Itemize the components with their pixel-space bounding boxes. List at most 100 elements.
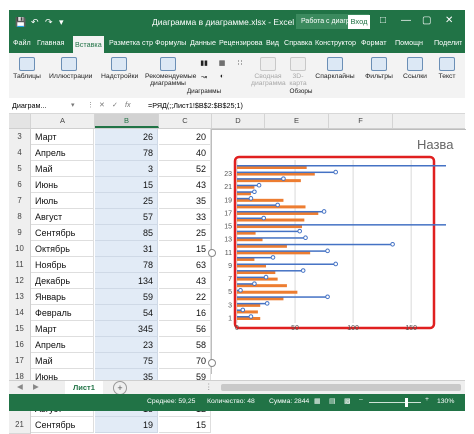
- series-blue-point[interactable]: [321, 209, 327, 214]
- row-header[interactable]: 21: [9, 417, 31, 434]
- cell-value-c[interactable]: 43: [159, 273, 211, 289]
- cell-value-c[interactable]: 56: [159, 321, 211, 337]
- cell-month[interactable]: Сентябрь: [31, 417, 94, 433]
- row-header[interactable]: 7: [9, 193, 31, 210]
- cell-month[interactable]: Сентябрь: [31, 225, 94, 241]
- name-box[interactable]: Диаграм...: [12, 101, 68, 110]
- cell-month[interactable]: Апрель: [31, 337, 94, 353]
- row-header[interactable]: 8: [9, 209, 31, 226]
- series-blue-bar[interactable]: [237, 270, 304, 272]
- series-blue-bar[interactable]: [237, 230, 300, 233]
- cell-value-c[interactable]: 15: [159, 417, 211, 433]
- cell-value-b[interactable]: 75: [95, 353, 158, 369]
- column-header-g[interactable]: [393, 114, 465, 128]
- series-blue-bar[interactable]: [237, 217, 264, 220]
- cell-value-b[interactable]: 78: [95, 145, 158, 161]
- tab-help[interactable]: Справка: [284, 38, 312, 47]
- cell-value-b[interactable]: 23: [95, 337, 158, 353]
- bar-chart-icon[interactable]: ▮▮: [197, 59, 211, 67]
- tab-review[interactable]: Рецензирова: [219, 38, 263, 47]
- row-header[interactable]: 5: [9, 161, 31, 178]
- series-blue-point[interactable]: [263, 274, 269, 280]
- cell-month[interactable]: Апрель: [31, 145, 94, 161]
- series-blue-bar[interactable]: [237, 243, 393, 246]
- map-3d-button[interactable]: 3D-карта: [287, 57, 309, 87]
- cell-month[interactable]: Март: [31, 129, 94, 145]
- series-blue-bar[interactable]: [237, 204, 278, 206]
- series-blue-bar[interactable]: [237, 283, 255, 285]
- tables-button[interactable]: Таблицы: [13, 57, 41, 80]
- cell-value-c[interactable]: 33: [159, 209, 211, 225]
- series-blue-point[interactable]: [248, 196, 254, 201]
- normal-view-icon[interactable]: ▦: [314, 397, 320, 405]
- tab-view[interactable]: Вид: [266, 38, 279, 47]
- tab-home[interactable]: Главная: [37, 38, 64, 47]
- tab-share[interactable]: Поделиться: [434, 38, 462, 47]
- cell-month[interactable]: Ноябрь: [31, 257, 94, 273]
- name-box-dropdown-icon[interactable]: ▾: [71, 100, 75, 109]
- scroll-right-icon[interactable]: ▶: [33, 382, 39, 391]
- row-header[interactable]: 9: [9, 225, 31, 242]
- column-header-a[interactable]: A: [31, 114, 95, 128]
- tab-formulas[interactable]: Формулы: [155, 38, 186, 47]
- zoom-out-icon[interactable]: –: [359, 396, 363, 403]
- minimize-icon[interactable]: —: [401, 15, 411, 26]
- series-blue-point[interactable]: [333, 169, 338, 175]
- series-blue-point[interactable]: [270, 255, 276, 260]
- cell-value-c[interactable]: 20: [159, 129, 211, 145]
- cell-value-b[interactable]: 54: [95, 305, 158, 321]
- series-blue-bar[interactable]: [237, 250, 328, 252]
- cell-value-b[interactable]: 134: [95, 273, 158, 289]
- row-header[interactable]: 4: [9, 145, 31, 162]
- row-header[interactable]: 3: [9, 129, 31, 146]
- redo-icon[interactable]: ↷: [45, 17, 53, 28]
- series-orange-bar[interactable]: [237, 290, 298, 294]
- links-button[interactable]: Ссылки: [401, 57, 429, 80]
- chart-resize-handle[interactable]: [208, 249, 216, 257]
- series-blue-point[interactable]: [281, 176, 286, 181]
- cell-value-b[interactable]: 31: [95, 241, 158, 257]
- row-header[interactable]: 14: [9, 305, 31, 322]
- series-blue-bar[interactable]: [237, 276, 267, 279]
- hierarchy-chart-icon[interactable]: ▦: [215, 59, 229, 67]
- series-blue-bar[interactable]: [237, 256, 273, 259]
- horizontal-scrollbar[interactable]: [221, 384, 461, 391]
- insert-function-icon[interactable]: fx: [125, 100, 131, 109]
- series-blue-point[interactable]: [333, 261, 338, 267]
- series-blue-point[interactable]: [264, 301, 270, 306]
- tab-file[interactable]: Файл: [13, 38, 31, 47]
- illustrations-button[interactable]: Иллюстрации: [49, 57, 92, 80]
- series-blue-bar[interactable]: [237, 296, 328, 298]
- cell-month[interactable]: Октябрь: [31, 241, 94, 257]
- addins-button[interactable]: Надстройки: [101, 57, 138, 80]
- tab-format[interactable]: Формат: [361, 38, 387, 47]
- row-header[interactable]: 10: [9, 241, 31, 258]
- quick-access-dropdown-icon[interactable]: ▾: [59, 17, 64, 28]
- cell-value-c[interactable]: 35: [159, 193, 211, 209]
- cell-value-b[interactable]: 78: [95, 257, 158, 273]
- series-blue-point[interactable]: [238, 287, 243, 293]
- save-icon[interactable]: 💾: [15, 17, 26, 28]
- signin-button[interactable]: Вход: [348, 15, 370, 29]
- cell-month[interactable]: Февраль: [31, 305, 94, 321]
- series-blue-bar[interactable]: [237, 191, 255, 193]
- row-header[interactable]: 12: [9, 273, 31, 290]
- series-blue-bar[interactable]: [237, 171, 336, 174]
- close-icon[interactable]: ✕: [445, 15, 453, 26]
- cell-month[interactable]: Январь: [31, 289, 94, 305]
- tab-design[interactable]: Конструктор: [315, 38, 356, 47]
- column-header-c[interactable]: C: [159, 114, 212, 128]
- cell-value-c[interactable]: 25: [159, 225, 211, 241]
- cell-value-b[interactable]: 59: [95, 289, 158, 305]
- cell-value-c[interactable]: 52: [159, 161, 211, 177]
- chart-title[interactable]: Назва: [417, 137, 454, 152]
- sparklines-button[interactable]: Спарклайны: [315, 57, 355, 80]
- tab-insert[interactable]: Вставка: [73, 36, 104, 53]
- cell-value-c[interactable]: 22: [159, 289, 211, 305]
- scroll-left-icon[interactable]: ◀: [17, 382, 23, 391]
- cell-month[interactable]: Август: [31, 209, 94, 225]
- cell-month[interactable]: Май: [31, 353, 94, 369]
- enter-icon[interactable]: ✓: [112, 100, 118, 109]
- row-header[interactable]: 6: [9, 177, 31, 194]
- cell-month[interactable]: Декабрь: [31, 273, 94, 289]
